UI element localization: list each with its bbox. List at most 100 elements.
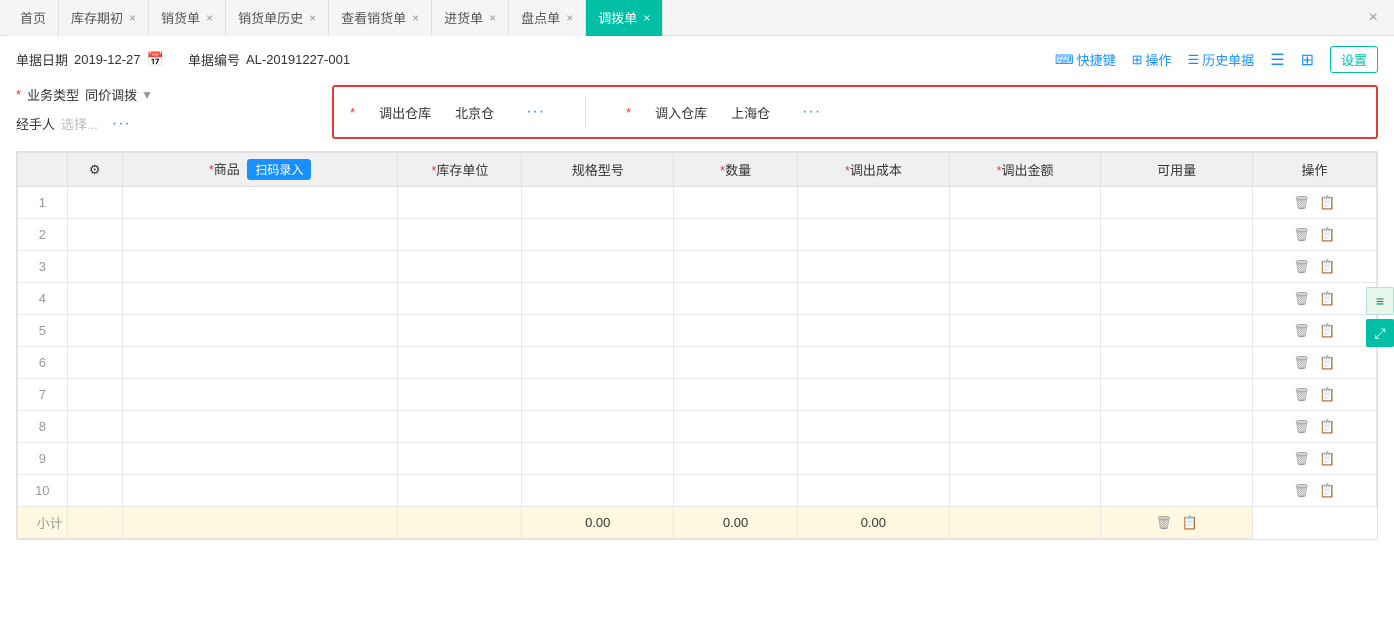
float-list-button[interactable]: ≡: [1366, 287, 1394, 315]
row-spec[interactable]: [522, 187, 674, 219]
row-avail[interactable]: [1101, 219, 1253, 251]
row-spec[interactable]: [522, 283, 674, 315]
row-amount[interactable]: [949, 347, 1101, 379]
tab-close-icon[interactable]: ×: [309, 11, 316, 25]
settings-button[interactable]: 设置: [1330, 46, 1378, 73]
row-qty[interactable]: [674, 347, 798, 379]
row-spec[interactable]: [522, 443, 674, 475]
row-cost[interactable]: [798, 379, 950, 411]
delete-icon[interactable]: 🗑: [1293, 195, 1310, 210]
settings-icon[interactable]: ⚙: [89, 162, 101, 177]
row-avail[interactable]: [1101, 475, 1253, 507]
tab-close-icon[interactable]: ×: [489, 11, 496, 25]
calendar-icon[interactable]: 📅: [147, 51, 164, 68]
source-more-icon[interactable]: ···: [526, 103, 545, 121]
row-cost[interactable]: [798, 347, 950, 379]
row-qty[interactable]: [674, 411, 798, 443]
tab-view-sales[interactable]: 查看销货单 ×: [329, 0, 432, 36]
copy-icon[interactable]: 📋: [1319, 227, 1335, 242]
delete-icon[interactable]: 🗑: [1293, 259, 1310, 274]
row-amount[interactable]: [949, 283, 1101, 315]
row-goods[interactable]: [122, 443, 398, 475]
operations-link[interactable]: ⊞ 操作: [1132, 50, 1172, 69]
row-qty[interactable]: [674, 315, 798, 347]
handler-select[interactable]: 选择...: [61, 114, 98, 133]
shortcuts-link[interactable]: ⌨ 快捷键: [1055, 50, 1116, 69]
row-avail[interactable]: [1101, 283, 1253, 315]
row-amount[interactable]: [949, 251, 1101, 283]
row-unit[interactable]: [398, 251, 522, 283]
tab-purchase[interactable]: 进货单 ×: [432, 0, 509, 36]
copy-icon[interactable]: 📋: [1319, 451, 1335, 466]
tab-close-icon[interactable]: ×: [129, 11, 136, 25]
delete-icon[interactable]: 🗑: [1293, 323, 1310, 338]
delete-icon[interactable]: 🗑: [1293, 419, 1310, 434]
row-unit[interactable]: [398, 219, 522, 251]
row-avail[interactable]: [1101, 315, 1253, 347]
th-settings[interactable]: ⚙: [67, 153, 122, 187]
row-goods[interactable]: [122, 475, 398, 507]
tab-close-icon[interactable]: ×: [206, 11, 213, 25]
row-qty[interactable]: [674, 379, 798, 411]
float-expand-button[interactable]: ⤢: [1366, 319, 1394, 347]
row-amount[interactable]: [949, 219, 1101, 251]
row-qty[interactable]: [674, 283, 798, 315]
row-unit[interactable]: [398, 443, 522, 475]
row-unit[interactable]: [398, 187, 522, 219]
tab-close-icon[interactable]: ×: [566, 11, 573, 25]
copy-icon[interactable]: 📋: [1319, 355, 1335, 370]
row-cost[interactable]: [798, 411, 950, 443]
tab-sales[interactable]: 销货单 ×: [149, 0, 226, 36]
row-goods[interactable]: [122, 283, 398, 315]
row-goods[interactable]: [122, 187, 398, 219]
row-unit[interactable]: [398, 315, 522, 347]
row-spec[interactable]: [522, 411, 674, 443]
row-avail[interactable]: [1101, 187, 1253, 219]
row-cost[interactable]: [798, 475, 950, 507]
row-qty[interactable]: [674, 475, 798, 507]
row-cost[interactable]: [798, 219, 950, 251]
copy-icon[interactable]: 📋: [1319, 291, 1335, 306]
copy-icon[interactable]: 📋: [1319, 483, 1335, 498]
layout-icon-2[interactable]: ⊞: [1301, 50, 1314, 70]
layout-icon-1[interactable]: ☰: [1270, 50, 1284, 70]
scan-button[interactable]: 扫码录入: [247, 159, 311, 180]
delete-icon[interactable]: 🗑: [1293, 387, 1310, 402]
row-avail[interactable]: [1101, 347, 1253, 379]
row-goods[interactable]: [122, 315, 398, 347]
row-goods[interactable]: [122, 411, 398, 443]
row-cost[interactable]: [798, 315, 950, 347]
copy-icon[interactable]: 📋: [1319, 387, 1335, 402]
row-amount[interactable]: [949, 187, 1101, 219]
row-amount[interactable]: [949, 411, 1101, 443]
row-cost[interactable]: [798, 251, 950, 283]
handler-more-icon[interactable]: ···: [112, 115, 131, 133]
row-avail[interactable]: [1101, 443, 1253, 475]
history-link[interactable]: ☰ 历史单据: [1188, 50, 1255, 69]
row-spec[interactable]: [522, 379, 674, 411]
row-goods[interactable]: [122, 219, 398, 251]
row-spec[interactable]: [522, 347, 674, 379]
row-spec[interactable]: [522, 219, 674, 251]
row-amount[interactable]: [949, 443, 1101, 475]
tab-sales-history[interactable]: 销货单历史 ×: [226, 0, 329, 36]
copy-icon[interactable]: 📋: [1319, 195, 1335, 210]
row-avail[interactable]: [1101, 379, 1253, 411]
row-spec[interactable]: [522, 251, 674, 283]
row-avail[interactable]: [1101, 251, 1253, 283]
row-goods[interactable]: [122, 347, 398, 379]
delete-icon[interactable]: 🗑: [1155, 515, 1172, 530]
row-spec[interactable]: [522, 315, 674, 347]
tab-close-icon[interactable]: ×: [643, 11, 650, 25]
biz-type-select[interactable]: 同价调拨 ▼: [85, 85, 153, 104]
target-more-icon[interactable]: ···: [802, 103, 821, 121]
row-goods[interactable]: [122, 379, 398, 411]
row-qty[interactable]: [674, 443, 798, 475]
row-amount[interactable]: [949, 475, 1101, 507]
window-close-button[interactable]: ×: [1361, 9, 1386, 27]
tab-transfer[interactable]: 调拨单 ×: [586, 0, 663, 36]
tab-close-icon[interactable]: ×: [412, 11, 419, 25]
copy-icon[interactable]: 📋: [1319, 323, 1335, 338]
delete-icon[interactable]: 🗑: [1293, 483, 1310, 498]
row-unit[interactable]: [398, 347, 522, 379]
